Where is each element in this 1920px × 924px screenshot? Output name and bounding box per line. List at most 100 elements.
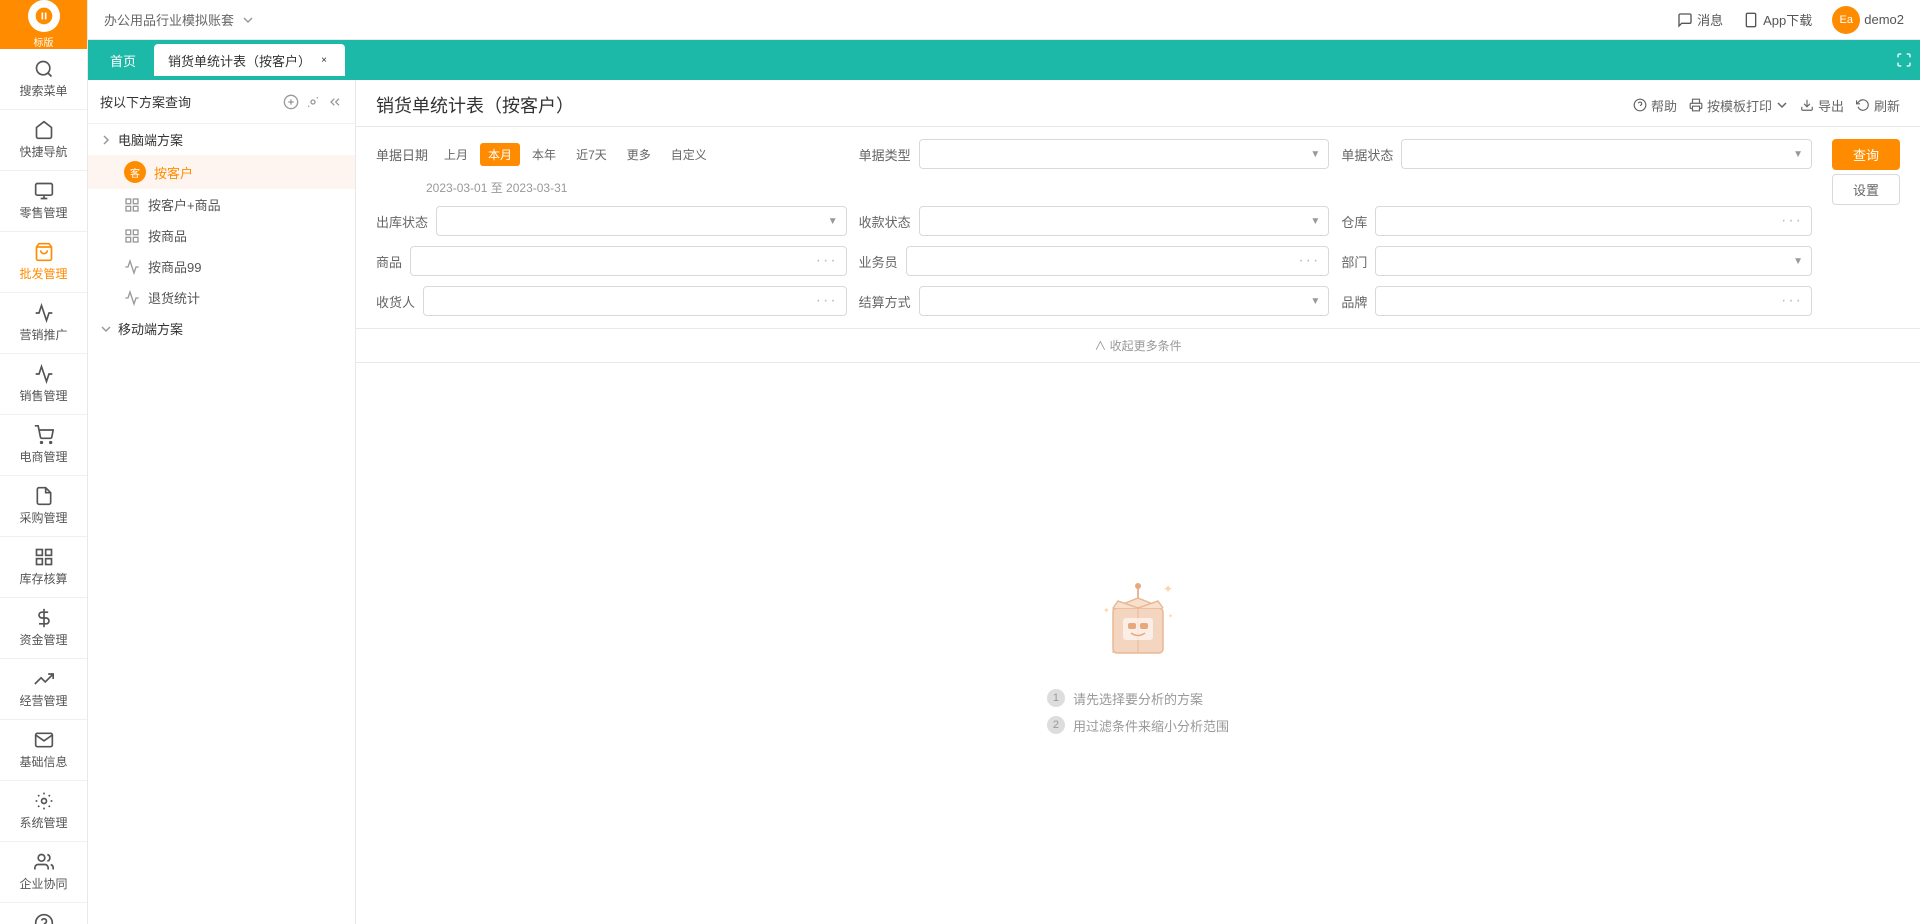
tree-item-by-customer-product[interactable]: 按客户+商品 — [88, 189, 355, 220]
sidebar-item-marketing[interactable]: 营销推广 — [0, 293, 88, 354]
chevron-down-icon: ▼ — [1310, 296, 1320, 307]
sidebar-item-enterprise[interactable]: 企业协同 — [0, 842, 88, 903]
product-label: 商品 — [376, 252, 402, 271]
settlement-label: 结算方式 — [859, 292, 911, 311]
salesperson-input[interactable]: ··· — [906, 246, 1330, 276]
filter-order-type: 单据类型 ▼ — [859, 139, 1330, 169]
export-btn[interactable]: 导出 — [1800, 96, 1844, 115]
out-status-select[interactable]: ▼ — [436, 206, 847, 236]
tab-bar-actions — [1896, 52, 1912, 68]
sidebar-item-system[interactable]: 系统管理 — [0, 781, 88, 842]
product-input[interactable]: ··· — [410, 246, 847, 276]
collapse-icon: ∧ — [1094, 339, 1106, 353]
download-icon — [1743, 12, 1759, 28]
tree-item-label: 按客户+商品 — [148, 195, 221, 214]
svg-text:✦: ✦ — [1103, 606, 1110, 615]
date-tab-this-year[interactable]: 本年 — [524, 143, 564, 166]
tree-item-return-stats[interactable]: 退货统计 — [88, 282, 355, 313]
date-tab-this-month[interactable]: 本月 — [480, 143, 520, 166]
date-tab-last-month[interactable]: 上月 — [436, 143, 476, 166]
sidebar-item-operations[interactable]: 经营管理 — [0, 659, 88, 720]
order-type-select[interactable]: ▼ — [919, 139, 1330, 169]
sidebar-item-ecommerce[interactable]: 电商管理 — [0, 415, 88, 476]
svg-text:✦: ✦ — [1168, 613, 1173, 620]
message-icon — [1677, 12, 1693, 28]
filter-collection-status: 收款状态 ▼ — [859, 206, 1330, 236]
tab-sales-stats[interactable]: 销货单统计表（按客户） × — [154, 44, 345, 76]
tree-item-by-customer[interactable]: 客 按客户 — [88, 155, 355, 189]
sidebar-item-label: 快捷导航 — [19, 143, 67, 160]
add-scheme-icon[interactable] — [283, 94, 299, 110]
tab-home[interactable]: 首页 — [96, 44, 150, 76]
help-btn[interactable]: 帮助 — [1633, 96, 1677, 115]
department-select[interactable]: ▼ — [1375, 246, 1812, 276]
minimize-icon[interactable] — [1896, 52, 1912, 68]
sidebar-item-retail[interactable]: 零售管理 — [0, 171, 88, 232]
tree-item-by-product-99[interactable]: 按商品99 — [88, 251, 355, 282]
collapse-panel-icon[interactable] — [327, 94, 343, 110]
sidebar-item-inventory[interactable]: 库存核算 — [0, 537, 88, 598]
settings-scheme-icon[interactable] — [305, 94, 321, 110]
refresh-icon — [1856, 98, 1870, 112]
date-label: 单据日期 — [376, 145, 428, 164]
empty-illustration: ✦ ✦ ✦ — [1078, 553, 1198, 673]
brand-label: 品牌 — [1341, 292, 1367, 311]
query-button[interactable]: 查询 — [1832, 139, 1900, 170]
tree-parent-mobile[interactable]: 移动端方案 — [88, 313, 355, 344]
sidebar-item-finance[interactable]: 资金管理 — [0, 598, 88, 659]
tree-parent-pc[interactable]: 电脑端方案 — [88, 124, 355, 155]
filter-row-3: 商品 ··· 业务员 ··· — [376, 246, 1812, 276]
sidebar-item-search-menu[interactable]: 搜索菜单 — [0, 49, 88, 110]
sidebar-item-label: 营销推广 — [19, 326, 67, 343]
tree-mobile-group: 移动端方案 — [88, 313, 355, 344]
template-print-btn[interactable]: 按模板打印 — [1689, 96, 1788, 115]
filter-row-2: 出库状态 ▼ 收款状态 ▼ — [376, 206, 1812, 236]
sidebar-item-wholesale[interactable]: 批发管理 — [0, 232, 88, 293]
chevron-down-icon: ▼ — [1793, 256, 1803, 267]
warehouse-input[interactable]: ··· — [1375, 206, 1812, 236]
recipient-label: 收货人 — [376, 292, 415, 311]
chevron-down-icon: ▼ — [1310, 149, 1320, 160]
tip-num-2: 2 — [1047, 716, 1065, 734]
brand-input[interactable]: ··· — [1375, 286, 1812, 316]
top-header: 办公用品行业模拟账套 消息 App下载 Ea demo2 — [88, 0, 1920, 40]
collapse-bar[interactable]: ∧ 收起更多条件 — [356, 329, 1920, 363]
page-content: 按以下方案查询 电脑端方案 客 按客户 按客户+商 — [88, 80, 1920, 924]
sidebar-item-basic-info[interactable]: 基础信息 — [0, 720, 88, 781]
tree-item-by-product[interactable]: 按商品 — [88, 220, 355, 251]
message-btn[interactable]: 消息 — [1677, 10, 1723, 29]
date-tab-custom[interactable]: 自定义 — [663, 143, 715, 166]
sidebar-item-purchase[interactable]: 采购管理 — [0, 476, 88, 537]
user-profile[interactable]: Ea demo2 — [1832, 6, 1904, 34]
tree-collapse-icon — [100, 323, 112, 335]
sidebar-item-label: 采购管理 — [19, 509, 67, 526]
sidebar-item-label: 搜索菜单 — [19, 82, 67, 99]
chevron-down-icon: ▼ — [828, 216, 838, 227]
filter-brand: 品牌 ··· — [1341, 286, 1812, 316]
sidebar-item-sales[interactable]: 销售管理 — [0, 354, 88, 415]
tab-close-btn[interactable]: × — [317, 53, 331, 67]
app-download-label: App下载 — [1763, 10, 1812, 29]
collection-status-select[interactable]: ▼ — [919, 206, 1330, 236]
app-download-btn[interactable]: App下载 — [1743, 10, 1812, 29]
help-label: 帮助 — [1651, 96, 1677, 115]
filter-out-status: 出库状态 ▼ — [376, 206, 847, 236]
tree-item-label: 按商品 — [148, 226, 187, 245]
sidebar-item-label: 零售管理 — [19, 204, 67, 221]
page-title-bar: 销货单统计表（按客户） 帮助 按模板打印 导出 — [356, 80, 1920, 127]
sidebar-item-label: 企业协同 — [19, 875, 67, 892]
date-tab-more[interactable]: 更多 — [619, 143, 659, 166]
collection-status-label: 收款状态 — [859, 212, 911, 231]
settlement-select[interactable]: ▼ — [919, 286, 1330, 316]
order-status-label: 单据状态 — [1341, 145, 1393, 164]
export-label: 导出 — [1818, 96, 1844, 115]
date-tab-7days[interactable]: 近7天 — [568, 143, 615, 166]
refresh-btn[interactable]: 刷新 — [1856, 96, 1900, 115]
app-sub-text: 标版 — [34, 34, 54, 49]
recipient-input[interactable]: ··· — [423, 286, 847, 316]
sidebar-item-quick-nav[interactable]: 快捷导航 — [0, 110, 88, 171]
sidebar-item-newbie[interactable]: 新手引导 — [0, 903, 88, 924]
date-range-text: 2023-03-01 至 2023-03-31 — [426, 181, 567, 195]
settings-button[interactable]: 设置 — [1832, 174, 1900, 205]
order-status-select[interactable]: ▼ — [1401, 139, 1812, 169]
